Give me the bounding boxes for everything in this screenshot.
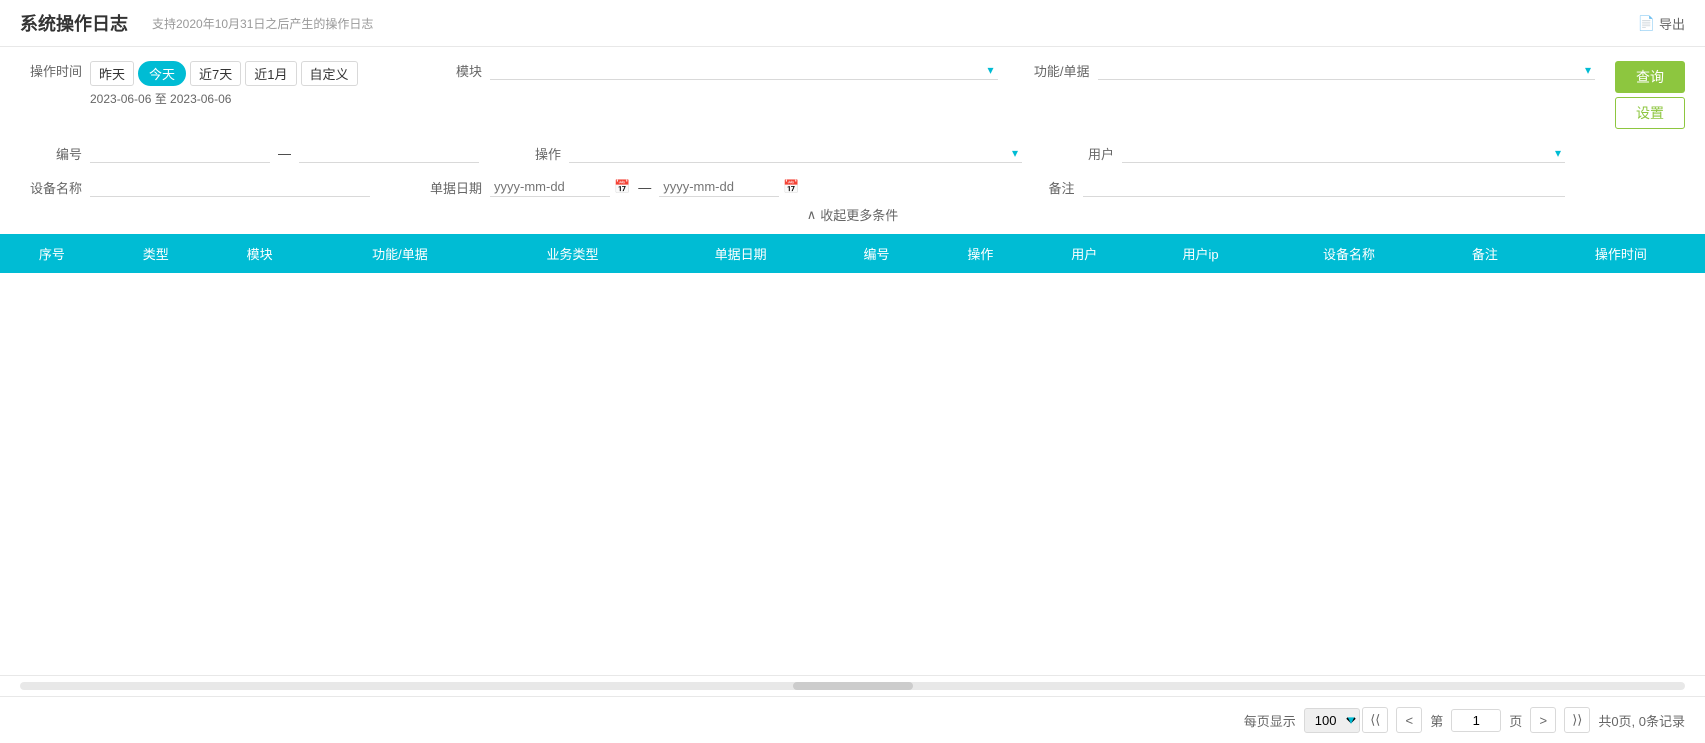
query-button[interactable]: 查询 <box>1615 61 1685 93</box>
note-label: 备注 <box>1003 178 1083 197</box>
scroll-track <box>20 682 1685 690</box>
note-input[interactable] <box>1083 177 1566 197</box>
user-select[interactable]: ▾ <box>1122 144 1565 163</box>
action-buttons: 查询 设置 <box>1615 61 1685 129</box>
page-header: 系统操作日志 支持2020年10月31日之后产生的操作日志 📄 导出 <box>0 0 1705 47</box>
device-label: 设备名称 <box>20 178 90 197</box>
collapse-chevron-icon: ∧ <box>807 207 817 223</box>
operation-dropdown-icon: ▾ <box>1012 146 1018 160</box>
col-bill-date: 单据日期 <box>657 234 825 273</box>
scroll-bar-area <box>0 675 1705 696</box>
per-page-select[interactable]: 100 <box>1304 708 1360 733</box>
operation-label: 操作 <box>499 144 569 163</box>
code-input-start[interactable] <box>90 143 270 163</box>
time-label: 操作时间 <box>20 61 90 80</box>
time-btn-yesterday[interactable]: 昨天 <box>90 61 134 86</box>
time-filter-group: 昨天 今天 近7天 近1月 自定义 2023-06-06 至 2023-06-0… <box>90 61 358 107</box>
pagination-area: 每页显示 100 ▾ ⟨⟨ < 第 页 > ⟩⟩ 共0页, 0条记录 <box>0 696 1705 743</box>
export-button[interactable]: 📄 导出 <box>1638 14 1685 33</box>
prev-page-button[interactable]: < <box>1396 707 1422 733</box>
col-biz-type: 业务类型 <box>488 234 656 273</box>
code-dash: — <box>278 146 291 161</box>
date-dash: — <box>638 180 651 195</box>
user-dropdown-icon: ▾ <box>1555 146 1561 160</box>
user-label: 用户 <box>1042 144 1122 163</box>
calendar-start-icon[interactable]: 📅 <box>614 179 630 195</box>
col-operation: 操作 <box>928 234 1032 273</box>
settings-button[interactable]: 设置 <box>1615 97 1685 129</box>
time-btn-custom[interactable]: 自定义 <box>301 61 358 86</box>
col-function: 功能/单据 <box>311 234 488 273</box>
collapse-row: ∧ 收起更多条件 <box>20 205 1685 224</box>
page-unit: 页 <box>1509 711 1522 730</box>
col-type: 类型 <box>104 234 208 273</box>
time-btn-7days[interactable]: 近7天 <box>190 61 241 86</box>
col-user: 用户 <box>1032 234 1136 273</box>
table-area: 序号 类型 模块 功能/单据 业务类型 单据日期 编号 操作 用户 用户ip 设… <box>0 234 1705 675</box>
col-user-ip: 用户ip <box>1136 234 1265 273</box>
module-label: 模块 <box>420 61 490 80</box>
export-icon: 📄 <box>1638 15 1655 32</box>
empty-area <box>0 273 1705 593</box>
table-header: 序号 类型 模块 功能/单据 业务类型 单据日期 编号 操作 用户 用户ip 设… <box>0 234 1705 273</box>
bill-date-label: 单据日期 <box>420 178 490 197</box>
page-input[interactable] <box>1451 709 1501 732</box>
last-page-button[interactable]: ⟩⟩ <box>1564 707 1590 733</box>
per-page-label: 每页显示 <box>1244 711 1296 730</box>
date-end-input[interactable] <box>659 177 779 197</box>
collapse-label: 收起更多条件 <box>820 205 898 224</box>
function-select[interactable]: ▾ <box>1098 61 1596 80</box>
col-op-time: 操作时间 <box>1537 234 1705 273</box>
data-table: 序号 类型 模块 功能/单据 业务类型 单据日期 编号 操作 用户 用户ip 设… <box>0 234 1705 273</box>
collapse-button[interactable]: ∧ 收起更多条件 <box>807 205 899 224</box>
calendar-end-icon[interactable]: 📅 <box>783 179 799 195</box>
next-page-button[interactable]: > <box>1530 707 1556 733</box>
page-subtitle: 支持2020年10月31日之后产生的操作日志 <box>152 15 373 32</box>
col-code: 编号 <box>825 234 929 273</box>
device-input[interactable] <box>90 177 370 197</box>
total-label: 共0页, 0条记录 <box>1598 711 1685 730</box>
col-module: 模块 <box>208 234 312 273</box>
operation-select[interactable]: ▾ <box>569 144 1022 163</box>
col-note: 备注 <box>1433 234 1537 273</box>
col-device: 设备名称 <box>1265 234 1433 273</box>
time-range: 2023-06-06 至 2023-06-06 <box>90 90 231 107</box>
code-label: 编号 <box>20 144 90 163</box>
scroll-thumb[interactable] <box>793 682 913 690</box>
function-label: 功能/单据 <box>1018 61 1098 80</box>
filter-area: 操作时间 昨天 今天 近7天 近1月 自定义 2023-06-06 至 2023… <box>0 47 1705 234</box>
module-dropdown-icon: ▾ <box>987 63 993 77</box>
function-dropdown-icon: ▾ <box>1585 63 1591 77</box>
first-page-button[interactable]: ⟨⟨ <box>1362 707 1388 733</box>
page-label: 第 <box>1430 711 1443 730</box>
module-select[interactable]: ▾ <box>490 61 998 80</box>
code-input-end[interactable] <box>299 143 479 163</box>
time-btn-1month[interactable]: 近1月 <box>245 61 296 86</box>
export-label: 导出 <box>1659 14 1685 33</box>
time-btn-today[interactable]: 今天 <box>138 61 186 86</box>
col-seq: 序号 <box>0 234 104 273</box>
date-start-input[interactable] <box>490 177 610 197</box>
page-title: 系统操作日志 <box>20 10 128 36</box>
